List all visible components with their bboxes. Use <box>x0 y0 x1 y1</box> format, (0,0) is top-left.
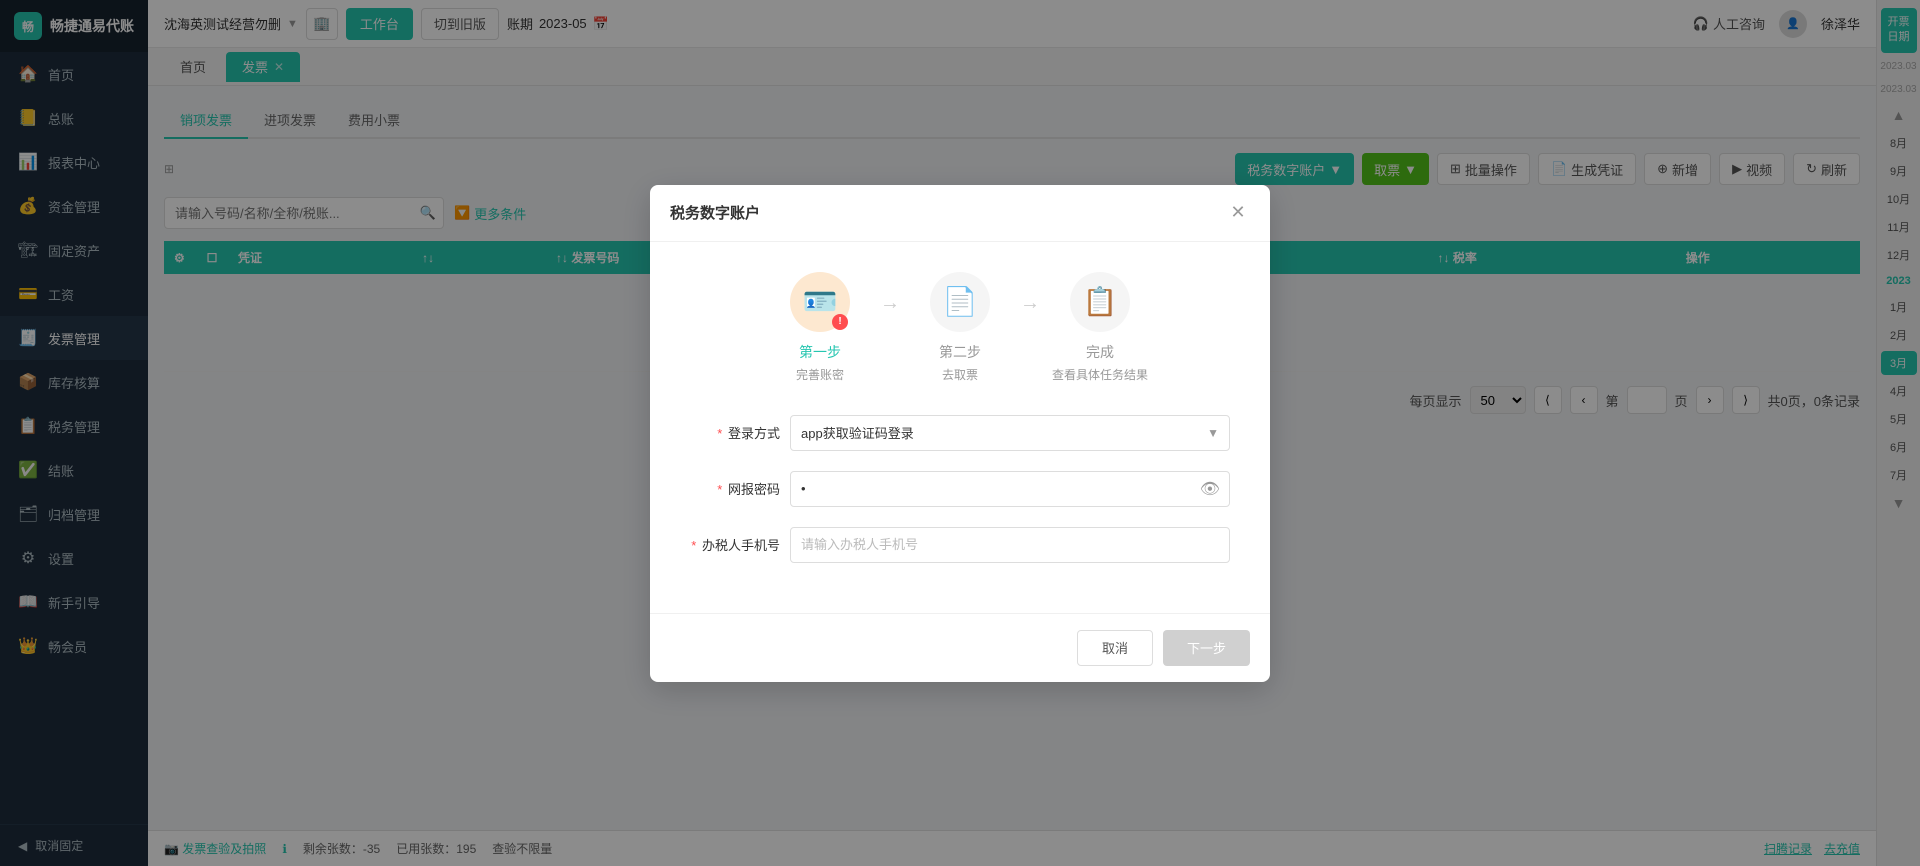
login-method-label: * 登录方式 <box>690 423 780 442</box>
id-card-icon: 🪪 <box>803 285 838 318</box>
modal-title: 税务数字账户 <box>670 202 760 223</box>
step-1-icon: 🪪 ! <box>790 272 850 332</box>
modal-footer: 取消 下一步 <box>650 613 1270 682</box>
phone-input-wrap <box>790 527 1230 563</box>
step-2-label: 第二步 <box>939 342 981 362</box>
modal-body: 🪪 ! 第一步 完善账密 → 📄 第二步 去取票 → <box>650 242 1270 613</box>
password-input-wrap: 👁 <box>790 471 1230 507</box>
next-button[interactable]: 下一步 <box>1163 630 1250 666</box>
step-3-desc: 查看具体任务结果 <box>1052 366 1148 383</box>
modal-close-button[interactable]: ✕ <box>1226 201 1250 225</box>
login-method-row: * 登录方式 app获取验证码登录 ▼ <box>690 415 1230 451</box>
clipboard-icon: 📋 <box>1083 285 1118 318</box>
step-2-desc: 去取票 <box>942 366 978 383</box>
step-error-badge: ! <box>832 314 848 330</box>
password-row: * 网报密码 👁 <box>690 471 1230 507</box>
phone-input[interactable] <box>790 527 1230 563</box>
phone-label: * 办税人手机号 <box>690 535 780 554</box>
step-1-desc: 完善账密 <box>796 366 844 383</box>
modal-header: 税务数字账户 ✕ <box>650 185 1270 242</box>
tax-digital-modal: 税务数字账户 ✕ 🪪 ! 第一步 完善账密 → <box>650 185 1270 682</box>
steps-row: 🪪 ! 第一步 完善账密 → 📄 第二步 去取票 → <box>690 272 1230 383</box>
step-3-label: 完成 <box>1086 342 1114 362</box>
login-method-value: app获取验证码登录 <box>801 423 914 442</box>
required-mark: * <box>717 426 722 441</box>
step-2-icon: 📄 <box>930 272 990 332</box>
required-mark-2: * <box>717 482 722 497</box>
eye-icon[interactable]: 👁 <box>1200 479 1220 499</box>
step-3-icon: 📋 <box>1070 272 1130 332</box>
password-input[interactable] <box>790 471 1230 507</box>
step-arrow-2: → <box>1020 272 1040 315</box>
step-arrow-1: → <box>880 272 900 315</box>
step-1: 🪪 ! 第一步 完善账密 <box>760 272 880 383</box>
cancel-button[interactable]: 取消 <box>1077 630 1153 666</box>
step-1-label: 第一步 <box>799 342 841 362</box>
phone-row: * 办税人手机号 <box>690 527 1230 563</box>
required-mark-3: * <box>691 538 696 553</box>
step-3: 📋 完成 查看具体任务结果 <box>1040 272 1160 383</box>
login-method-select[interactable]: app获取验证码登录 ▼ <box>790 415 1230 451</box>
step-2: 📄 第二步 去取票 <box>900 272 1020 383</box>
select-arrow-icon: ▼ <box>1207 426 1219 440</box>
password-label: * 网报密码 <box>690 479 780 498</box>
document-icon: 📄 <box>943 285 978 318</box>
modal-overlay: 税务数字账户 ✕ 🪪 ! 第一步 完善账密 → <box>0 0 1920 866</box>
